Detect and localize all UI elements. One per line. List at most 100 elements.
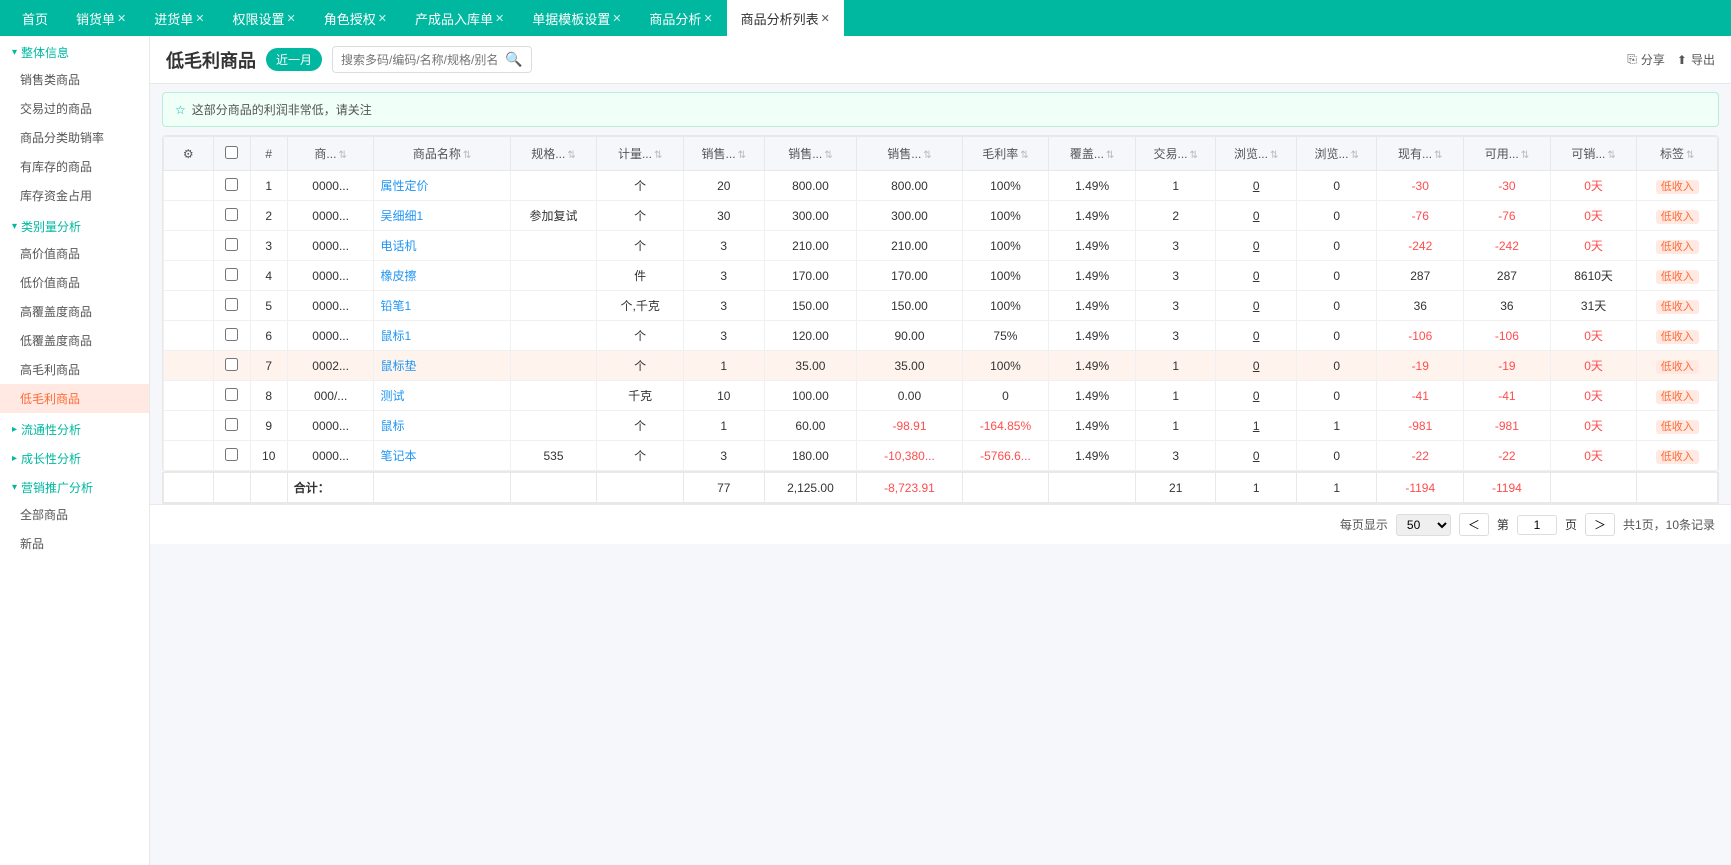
- row-settings[interactable]: [164, 321, 214, 351]
- row-select-checkbox[interactable]: [225, 268, 238, 281]
- nav-permissions[interactable]: 权限设置 ✕: [218, 0, 309, 36]
- row-checkbox[interactable]: [213, 321, 250, 351]
- sidebar-item-low-margin[interactable]: 低毛利商品: [0, 384, 149, 413]
- col-views1[interactable]: 浏览...⇅: [1216, 137, 1296, 171]
- col-checkbox[interactable]: [213, 137, 250, 171]
- nav-template[interactable]: 单据模板设置 ✕: [518, 0, 635, 36]
- row-name[interactable]: 电话机: [374, 231, 510, 261]
- sidebar-item-new-goods[interactable]: 新品: [0, 529, 149, 558]
- row-views1[interactable]: 0: [1216, 201, 1296, 231]
- row-settings[interactable]: [164, 291, 214, 321]
- nav-products-close[interactable]: ✕: [495, 12, 504, 25]
- row-checkbox[interactable]: [213, 411, 250, 441]
- row-checkbox[interactable]: [213, 381, 250, 411]
- nav-products[interactable]: 产成品入库单 ✕: [401, 0, 518, 36]
- col-gross-margin[interactable]: 毛利率⇅: [962, 137, 1049, 171]
- row-name[interactable]: 属性定价: [374, 171, 510, 201]
- col-tag[interactable]: 标签⇅: [1637, 137, 1718, 171]
- nav-roles[interactable]: 角色授权 ✕: [310, 0, 401, 36]
- row-views1[interactable]: 0: [1216, 171, 1296, 201]
- sidebar-group-overall[interactable]: ▾ 整体信息: [0, 36, 149, 65]
- row-name[interactable]: 吴细细1: [374, 201, 510, 231]
- sidebar-item-high-value[interactable]: 高价值商品: [0, 239, 149, 268]
- nav-purchase[interactable]: 进货单 ✕: [140, 0, 218, 36]
- sidebar-item-high-coverage[interactable]: 高覆盖度商品: [0, 297, 149, 326]
- row-select-checkbox[interactable]: [225, 388, 238, 401]
- nav-roles-close[interactable]: ✕: [378, 12, 387, 25]
- row-views1[interactable]: 0: [1216, 441, 1296, 471]
- nav-home[interactable]: 首页: [8, 0, 62, 36]
- col-available[interactable]: 可用...⇅: [1464, 137, 1551, 171]
- sidebar-group-growth[interactable]: ▸ 成长性分析: [0, 442, 149, 471]
- sidebar-item-all-goods[interactable]: 全部商品: [0, 500, 149, 529]
- row-select-checkbox[interactable]: [225, 418, 238, 431]
- nav-analysis-list[interactable]: 商品分析列表 ✕: [727, 0, 844, 36]
- row-views1[interactable]: 1: [1216, 411, 1296, 441]
- row-checkbox[interactable]: [213, 201, 250, 231]
- row-select-checkbox[interactable]: [225, 178, 238, 191]
- sidebar-item-stock-goods[interactable]: 有库存的商品: [0, 152, 149, 181]
- prev-page-button[interactable]: ＜: [1459, 513, 1489, 536]
- nav-template-close[interactable]: ✕: [612, 12, 621, 25]
- sidebar-group-marketing[interactable]: ▾ 营销推广分析: [0, 471, 149, 500]
- sidebar-item-low-coverage[interactable]: 低覆盖度商品: [0, 326, 149, 355]
- col-transactions[interactable]: 交易...⇅: [1135, 137, 1215, 171]
- sidebar-item-low-value[interactable]: 低价值商品: [0, 268, 149, 297]
- col-sales-qty[interactable]: 销售...⇅: [684, 137, 764, 171]
- sidebar-item-stock-capital[interactable]: 库存资金占用: [0, 181, 149, 210]
- row-settings[interactable]: [164, 171, 214, 201]
- row-checkbox[interactable]: [213, 171, 250, 201]
- row-views1[interactable]: 0: [1216, 291, 1296, 321]
- nav-analysis-close[interactable]: ✕: [703, 12, 712, 25]
- row-select-checkbox[interactable]: [225, 358, 238, 371]
- nav-analysis[interactable]: 商品分析 ✕: [635, 0, 726, 36]
- col-spec[interactable]: 规格...⇅: [510, 137, 597, 171]
- row-select-checkbox[interactable]: [225, 328, 238, 341]
- row-settings[interactable]: [164, 261, 214, 291]
- row-select-checkbox[interactable]: [225, 298, 238, 311]
- nav-permissions-close[interactable]: ✕: [287, 12, 296, 25]
- page-size-select[interactable]: 50 100: [1396, 514, 1451, 536]
- col-views2[interactable]: 浏览...⇅: [1296, 137, 1376, 171]
- row-name[interactable]: 笔记本: [374, 441, 510, 471]
- col-name[interactable]: 商品名称⇅: [374, 137, 510, 171]
- export-button[interactable]: ⬆ 导出: [1677, 51, 1715, 68]
- row-views1[interactable]: 0: [1216, 321, 1296, 351]
- row-checkbox[interactable]: [213, 231, 250, 261]
- row-name[interactable]: 橡皮擦: [374, 261, 510, 291]
- row-settings[interactable]: [164, 441, 214, 471]
- sidebar-group-class[interactable]: ▾ 类别量分析: [0, 210, 149, 239]
- sidebar-item-category-rate[interactable]: 商品分类助销率: [0, 123, 149, 152]
- row-checkbox[interactable]: [213, 291, 250, 321]
- col-saleable[interactable]: 可销...⇅: [1550, 137, 1637, 171]
- col-sales-profit[interactable]: 销售...⇅: [857, 137, 962, 171]
- time-filter-button[interactable]: 近一月: [266, 48, 322, 71]
- row-settings[interactable]: [164, 231, 214, 261]
- row-select-checkbox[interactable]: [225, 448, 238, 461]
- sidebar-item-sales-goods[interactable]: 销售类商品: [0, 65, 149, 94]
- sidebar-item-high-margin[interactable]: 高毛利商品: [0, 355, 149, 384]
- row-settings[interactable]: [164, 201, 214, 231]
- row-select-checkbox[interactable]: [225, 208, 238, 221]
- col-code[interactable]: 商...⇅: [287, 137, 374, 171]
- row-views1[interactable]: 0: [1216, 261, 1296, 291]
- row-checkbox[interactable]: [213, 441, 250, 471]
- next-page-button[interactable]: ＞: [1585, 513, 1615, 536]
- search-input[interactable]: [341, 53, 501, 67]
- page-number-input[interactable]: [1517, 515, 1557, 535]
- col-coverage[interactable]: 覆盖...⇅: [1049, 137, 1136, 171]
- table-wrapper[interactable]: ⚙ # 商...⇅ 商品名称⇅ 规格...⇅ 计量...⇅ 销售...⇅ 销售.…: [162, 135, 1719, 472]
- col-unit[interactable]: 计量...⇅: [597, 137, 684, 171]
- select-all-checkbox[interactable]: [225, 146, 238, 159]
- row-checkbox[interactable]: [213, 351, 250, 381]
- nav-analysis-list-close[interactable]: ✕: [821, 12, 830, 25]
- row-views1[interactable]: 0: [1216, 381, 1296, 411]
- row-settings[interactable]: [164, 381, 214, 411]
- col-sales-price[interactable]: 销售...⇅: [764, 137, 857, 171]
- row-select-checkbox[interactable]: [225, 238, 238, 251]
- col-settings[interactable]: ⚙: [164, 137, 214, 171]
- sidebar-item-traded-goods[interactable]: 交易过的商品: [0, 94, 149, 123]
- share-button[interactable]: ⎘ 分享: [1627, 51, 1665, 68]
- nav-sales-close[interactable]: ✕: [117, 12, 126, 25]
- row-settings[interactable]: [164, 351, 214, 381]
